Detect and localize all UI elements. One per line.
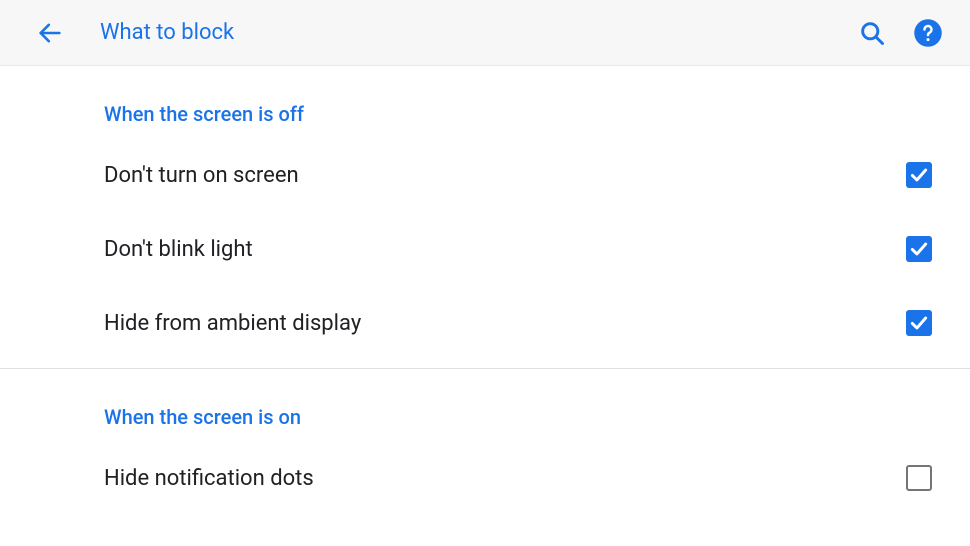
help-icon: [913, 18, 943, 48]
page-title: What to block: [100, 20, 850, 45]
setting-label: Don't turn on screen: [104, 163, 906, 188]
search-button[interactable]: [850, 11, 894, 55]
setting-label: Don't blink light: [104, 237, 906, 262]
setting-label: Hide from ambient display: [104, 311, 906, 336]
checkbox-checked[interactable]: [906, 236, 932, 262]
check-icon: [909, 165, 929, 185]
section-header-screen-off: When the screen is off: [0, 66, 970, 138]
setting-dont-blink-light[interactable]: Don't blink light: [0, 212, 970, 286]
setting-hide-notification-dots[interactable]: Hide notification dots: [0, 441, 970, 515]
search-icon: [858, 19, 886, 47]
back-button[interactable]: [28, 11, 72, 55]
header-actions: [850, 11, 950, 55]
settings-content: When the screen is off Don't turn on scr…: [0, 66, 970, 515]
setting-dont-turn-on-screen[interactable]: Don't turn on screen: [0, 138, 970, 212]
checkbox-unchecked[interactable]: [906, 465, 932, 491]
help-button[interactable]: [906, 11, 950, 55]
check-icon: [909, 313, 929, 333]
setting-label: Hide notification dots: [104, 466, 906, 491]
checkbox-checked[interactable]: [906, 162, 932, 188]
arrow-back-icon: [36, 19, 64, 47]
section-header-screen-on: When the screen is on: [0, 369, 970, 441]
setting-hide-ambient-display[interactable]: Hide from ambient display: [0, 286, 970, 360]
checkbox-checked[interactable]: [906, 310, 932, 336]
app-header: What to block: [0, 0, 970, 66]
check-icon: [909, 239, 929, 259]
